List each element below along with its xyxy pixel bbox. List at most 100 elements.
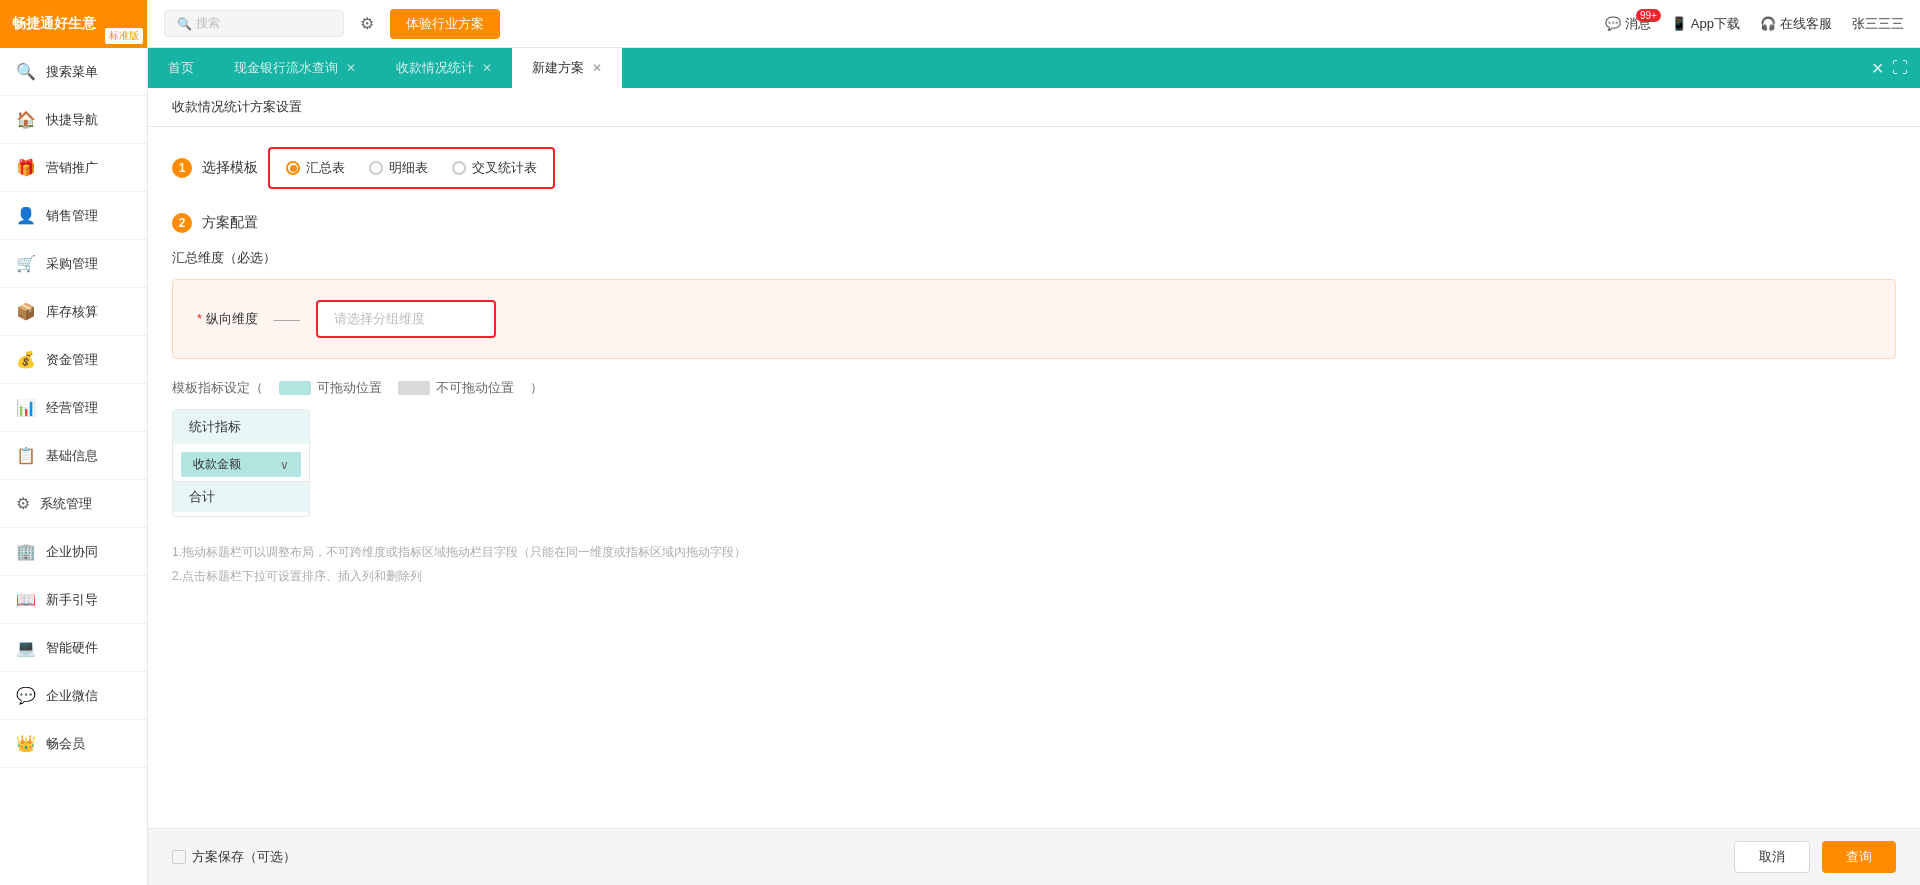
maximize-icon[interactable]: ⛶ [1892,59,1908,77]
radio-summary[interactable]: 汇总表 [286,159,345,177]
download-icon: 📱 [1671,16,1687,31]
indicator-tag-payment[interactable]: 收款金额 ∨ [181,452,301,477]
sidebar-item-inventory[interactable]: 📦 库存核算 [0,288,147,336]
home-icon: 🏠 [16,110,36,129]
chevron-down-icon: ∨ [280,458,289,472]
logo-badge: 标准版 [105,28,143,44]
radio-detail-circle [369,161,383,175]
box-icon: 📦 [16,302,36,321]
form-container: 1 选择模板 汇总表 明细表 交叉统计表 [148,127,1920,828]
tip-item-2: 2.点击标题栏下拉可设置排序、插入列和删除列 [172,564,1896,588]
sidebar-label: 智能硬件 [46,639,98,657]
step2-header: 2 方案配置 [172,213,1896,233]
topbar-right: 💬 消息 99+ 📱 App下载 🎧 在线客服 张三三三 [1605,15,1904,33]
bottom-bar: 方案保存（可选） 取消 查询 [148,828,1920,885]
sidebar-label: 畅会员 [46,735,85,753]
dimension-area: * 纵向维度 —— 请选择分组维度 [172,279,1896,359]
tab-payment-stat[interactable]: 收款情况统计 ✕ [376,48,512,88]
sidebar-logo: 畅捷通好生意 标准版 [0,0,147,48]
tabbar: 首页 现金银行流水查询 ✕ 收款情况统计 ✕ 新建方案 ✕ ✕ ⛶ [148,48,1920,88]
tab-home[interactable]: 首页 [148,48,214,88]
online-service-btn[interactable]: 🎧 在线客服 [1760,15,1832,33]
dimension-select[interactable]: 请选择分组维度 [316,300,496,338]
movable-label: 可拖动位置 [317,379,382,397]
bell-icon: 💬 [1605,16,1621,31]
step2-title: 方案配置 [202,214,258,232]
sidebar-item-basic[interactable]: 📋 基础信息 [0,432,147,480]
cart-icon: 🛒 [16,254,36,273]
indicator-legend: 模板指标设定（ 可拖动位置 不可拖动位置 ） [172,379,1896,397]
tab-payment-stat-close[interactable]: ✕ [482,61,492,75]
main-area: 🔍 搜索 ⚙ 体验行业方案 💬 消息 99+ 📱 App下载 🎧 在线客服 张三… [148,0,1920,885]
chat-icon: 💬 [16,686,36,705]
clipboard-icon: 📋 [16,446,36,465]
dimension-select-placeholder: 请选择分组维度 [334,311,425,326]
sidebar-item-purchase[interactable]: 🛒 采购管理 [0,240,147,288]
indicator-table: 统计指标 收款金额 ∨ 合计 [172,409,310,517]
sidebar-item-enterprise[interactable]: 🏢 企业协同 [0,528,147,576]
headset-icon: 🎧 [1760,16,1776,31]
sidebar-item-quick-nav[interactable]: 🏠 快捷导航 [0,96,147,144]
sidebar-item-search[interactable]: 🔍 搜索菜单 [0,48,147,96]
step1-section: 1 选择模板 汇总表 明细表 交叉统计表 [172,147,1896,189]
sidebar-label: 营销推广 [46,159,98,177]
sidebar-item-finance[interactable]: 💰 资金管理 [0,336,147,384]
service-label: 在线客服 [1780,15,1832,33]
sidebar-label: 库存核算 [46,303,98,321]
chart-icon: 📊 [16,398,36,417]
cancel-button[interactable]: 取消 [1734,841,1810,873]
breadcrumb: 收款情况统计方案设置 [148,88,1920,127]
dimension-arrow: —— [274,312,300,327]
tab-new-plan[interactable]: 新建方案 ✕ [512,48,622,88]
sidebar-item-operation[interactable]: 📊 经营管理 [0,384,147,432]
query-button[interactable]: 查询 [1822,841,1896,873]
sidebar-item-system[interactable]: ⚙ 系统管理 [0,480,147,528]
sidebar-item-smart-hw[interactable]: 💻 智能硬件 [0,624,147,672]
sidebar-item-newbie[interactable]: 📖 新手引导 [0,576,147,624]
sidebar-label: 采购管理 [46,255,98,273]
radio-detail[interactable]: 明细表 [369,159,428,177]
tab-payment-stat-label: 收款情况统计 [396,59,474,77]
tip-2-text: 2.点击标题栏下拉可设置排序、插入列和删除列 [172,564,422,588]
laptop-icon: 💻 [16,638,36,657]
tab-bank-flow[interactable]: 现金银行流水查询 ✕ [214,48,376,88]
building-icon: 🏢 [16,542,36,561]
close-window-icon[interactable]: ✕ [1871,59,1884,78]
summary-dimension-label: 汇总维度（必选） [172,249,1896,267]
indicator-table-body: 收款金额 ∨ 合计 [173,444,309,516]
trial-btn[interactable]: 体验行业方案 [390,9,500,39]
sidebar-item-sales[interactable]: 👤 销售管理 [0,192,147,240]
save-checkbox[interactable] [172,850,186,864]
sidebar-item-marketing[interactable]: 🎁 营销推广 [0,144,147,192]
dimension-row: * 纵向维度 —— 请选择分组维度 [197,300,1871,338]
app-download-btn[interactable]: 📱 App下载 [1671,15,1740,33]
notify-badge: 99+ [1636,9,1661,22]
step1-header: 1 选择模板 汇总表 明细表 交叉统计表 [172,147,1896,189]
notify-btn[interactable]: 💬 消息 99+ [1605,15,1651,33]
search-icon: 🔍 [16,62,36,81]
step2-num: 2 [172,213,192,233]
search-box[interactable]: 🔍 搜索 [164,10,344,37]
tab-bank-flow-close[interactable]: ✕ [346,61,356,75]
sidebar-item-member[interactable]: 👑 畅会员 [0,720,147,768]
tips-section: 1.拖动标题栏可以调整布局，不可跨维度或指标区域拖动栏目字段（只能在同一维度或指… [172,540,1896,588]
settings-icon[interactable]: ⚙ [360,14,374,33]
indicator-subtag-total: 合计 [173,481,309,512]
sidebar-label: 企业微信 [46,687,98,705]
summary-dimension-label-text: 汇总维度（必选） [172,250,276,265]
username: 张三三三 [1852,15,1904,33]
save-option[interactable]: 方案保存（可选） [172,848,296,866]
tab-new-plan-label: 新建方案 [532,59,584,77]
save-label: 方案保存（可选） [192,848,296,866]
fixed-label: 不可拖动位置 [436,379,514,397]
sidebar-label: 企业协同 [46,543,98,561]
sidebar-item-wechat[interactable]: 💬 企业微信 [0,672,147,720]
sidebar-label: 基础信息 [46,447,98,465]
tab-home-label: 首页 [168,59,194,77]
movable-box [279,381,311,395]
download-label: App下载 [1691,15,1740,33]
radio-cross[interactable]: 交叉统计表 [452,159,537,177]
step1-title: 选择模板 [202,159,258,177]
radio-detail-label: 明细表 [389,159,428,177]
tab-new-plan-close[interactable]: ✕ [592,61,602,75]
